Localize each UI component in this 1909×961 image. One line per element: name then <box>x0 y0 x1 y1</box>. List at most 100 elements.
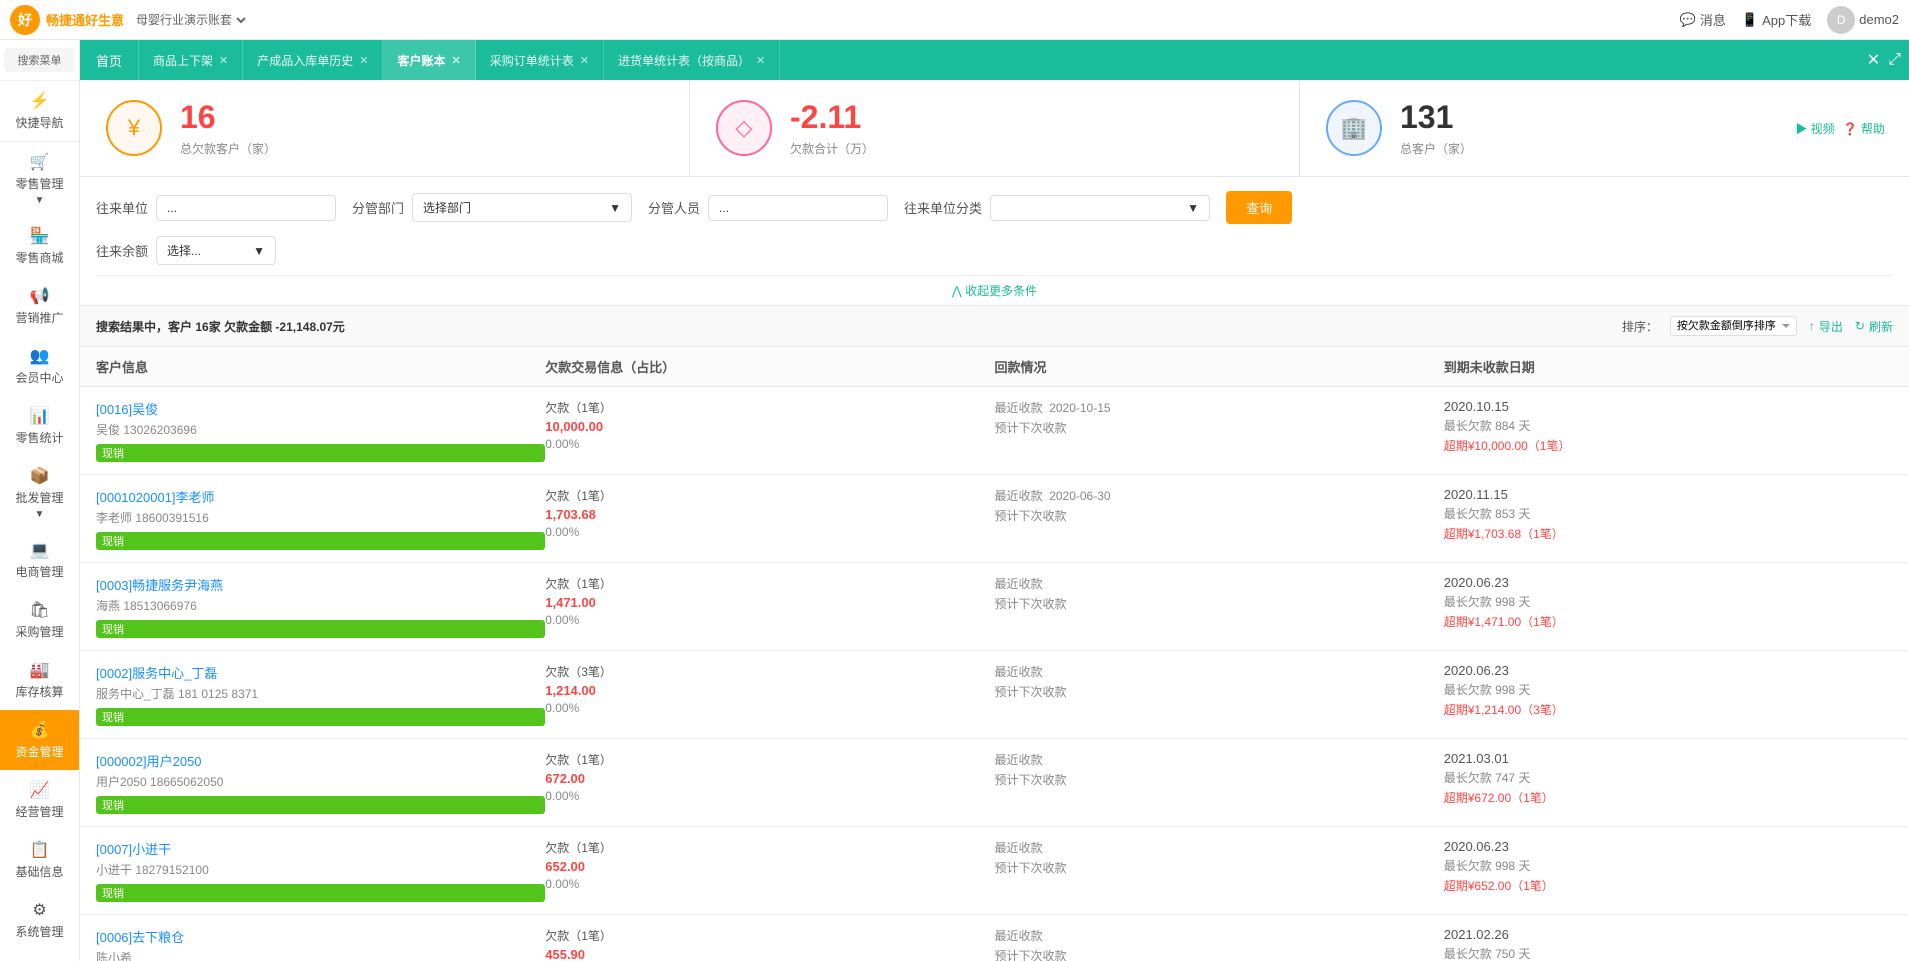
sidebar-item-basic-info[interactable]: 📋 基础信息 <box>0 830 79 890</box>
logo-icon: 好 <box>10 5 40 35</box>
debt-count-4: 欠款（1笔） <box>545 751 994 768</box>
top-bar-right: 💬 消息 📱 App下载 D demo2 <box>1680 6 1899 34</box>
sort-select[interactable]: 按欠款金额倒序排序 <box>1670 316 1797 336</box>
retail-stats-icon: 📊 <box>30 406 50 426</box>
tab-close-purchase-order[interactable]: ✕ <box>580 54 589 67</box>
overdue-link-3[interactable]: 超期¥1,214.00（3笔） <box>1444 701 1893 718</box>
stat-label-debt-amount: 欠款合计（万） <box>790 140 874 157</box>
sidebar-label-basic-info: 基础信息 <box>15 863 63 880</box>
export-btn[interactable]: ↑ 导出 <box>1809 318 1843 335</box>
app-download-btn[interactable]: 📱 App下载 <box>1742 10 1811 29</box>
maximize-icon[interactable]: ⤢ <box>1888 51 1901 69</box>
filter-manager-label: 分管人员 <box>648 198 700 217</box>
customer-name-1[interactable]: [0001020001]李老师 <box>96 487 545 506</box>
overdue-link-4[interactable]: 超期¥672.00（1笔） <box>1444 789 1893 806</box>
filter-collapse-btn[interactable]: ⋀ 收起更多条件 <box>96 275 1893 305</box>
tab-label-product-history: 产成品入库单历史 <box>257 52 353 69</box>
customer-name-0[interactable]: [0016]吴俊 <box>96 399 545 418</box>
tab-close-product-onoff[interactable]: ✕ <box>219 54 228 67</box>
filter-unit-class-label: 往来单位分类 <box>904 198 982 217</box>
overdue-link-1[interactable]: 超期¥1,703.68（1笔） <box>1444 525 1893 542</box>
help-btn[interactable]: ❓ 帮助 <box>1843 120 1885 137</box>
customer-phone-3: 服务中心_丁磊 181 0125 8371 <box>96 685 545 702</box>
tab-close-purchase-stats[interactable]: ✕ <box>756 54 765 67</box>
sidebar-item-quick-nav[interactable]: ⚡ 快捷导航 <box>0 81 79 141</box>
tab-product-onoff[interactable]: 商品上下架 ✕ <box>139 40 243 80</box>
sidebar-item-retail-stats[interactable]: 📊 零售统计 <box>0 396 79 456</box>
filter-manager-input[interactable]: ... <box>708 195 888 221</box>
cell-collection-2: 最近收款 预计下次收款 <box>995 575 1444 638</box>
help-icon: ❓ <box>1843 122 1858 136</box>
customer-name-4[interactable]: [000002]用户2050 <box>96 751 545 770</box>
last-collection-label-0: 最近收款 2020-10-15 <box>995 399 1444 416</box>
tab-customer-account[interactable]: 客户账本 ✕ <box>383 40 475 80</box>
cell-customer-0: [0016]吴俊 吴俊 13026203696 现销 <box>96 399 545 462</box>
search-button[interactable]: 查询 <box>1226 191 1292 224</box>
tab-close-product-history[interactable]: ✕ <box>359 54 368 67</box>
debt-amount-3: 1,214.00 <box>545 683 994 698</box>
user-avatar[interactable]: D demo2 <box>1827 6 1899 34</box>
filter-dept: 分管部门 选择部门 ▼ <box>352 193 632 222</box>
table-row: [0006]去下粮仓 陈小希 现销 欠款（1笔） 455.90 0.00% 最近… <box>80 915 1909 961</box>
sidebar-item-member[interactable]: 👥 会员中心 <box>0 336 79 396</box>
export-icon: ↑ <box>1809 319 1815 333</box>
tab-purchase-order[interactable]: 采购订单统计表 ✕ <box>476 40 604 80</box>
customer-phone-6: 陈小希 <box>96 949 545 961</box>
customer-name-3[interactable]: [0002]服务中心_丁磊 <box>96 663 545 682</box>
sidebar-label-retail-shop: 零售商城 <box>15 249 63 266</box>
store-selector[interactable]: 母婴行业演示账套 <box>132 12 249 28</box>
refresh-icon: ↻ <box>1855 319 1865 333</box>
stat-value-total-customers: 131 <box>1400 99 1472 136</box>
sidebar-item-purchase[interactable]: 🛍 采购管理 <box>0 590 79 650</box>
sidebar-item-retail-shop[interactable]: 🏪 零售商城 <box>0 216 79 276</box>
filter-unit-class-input[interactable]: ▼ <box>990 195 1210 221</box>
stat-info-total: 131 总客户（家） <box>1400 99 1472 157</box>
tab-home[interactable]: 首页 <box>80 40 139 80</box>
sidebar-label-inventory: 库存核算 <box>15 683 63 700</box>
overdue-link-5[interactable]: 超期¥652.00（1笔） <box>1444 877 1893 894</box>
col-header-overdue: 到期未收款日期 <box>1444 357 1893 376</box>
customer-phone-0: 吴俊 13026203696 <box>96 421 545 438</box>
tab-close-customer-account[interactable]: ✕ <box>452 54 461 67</box>
sidebar-item-system[interactable]: ⚙ 系统管理 <box>0 890 79 950</box>
overdue-days-1: 最长欠款 853 天 <box>1444 505 1893 522</box>
customer-name-6[interactable]: [0006]去下粮仓 <box>96 927 545 946</box>
stat-card-debt-customers: ¥ 16 总欠款客户（家） <box>80 80 690 176</box>
debt-percent-5: 0.00% <box>545 877 994 891</box>
message-btn[interactable]: 💬 消息 <box>1680 10 1726 29</box>
sidebar-item-inventory[interactable]: 🏭 库存核算 <box>0 650 79 710</box>
manager-dots: ... <box>719 201 729 215</box>
sidebar-item-finance[interactable]: 💰 资金管理 <box>0 710 79 770</box>
system-icon: ⚙ <box>32 900 46 920</box>
sidebar-item-operation[interactable]: 📈 经营管理 <box>0 770 79 830</box>
avatar: D <box>1827 6 1855 34</box>
sidebar-item-enterprise[interactable]: 🏢 企业协同 <box>0 950 79 961</box>
sidebar-item-retail-mgmt[interactable]: 🛒 零售管理 ▼ <box>0 142 79 216</box>
overdue-link-0[interactable]: 超期¥10,000.00（1笔） <box>1444 437 1893 454</box>
close-all-icon[interactable]: ✕ <box>1867 50 1880 70</box>
tab-bar-end: ✕ ⤢ <box>1859 50 1909 70</box>
sidebar-item-ecommerce[interactable]: 💻 电商管理 <box>0 530 79 590</box>
refresh-btn[interactable]: ↻ 刷新 <box>1855 318 1893 335</box>
video-btn[interactable]: ▶ 视频 <box>1795 120 1834 137</box>
sidebar-label-operation: 经营管理 <box>15 803 63 820</box>
cell-collection-1: 最近收款 2020-06-30 预计下次收款 <box>995 487 1444 550</box>
filter-from-unit-input[interactable]: ... <box>156 195 336 221</box>
filter-balance-select[interactable]: 选择... ▼ <box>156 236 276 265</box>
tab-product-history[interactable]: 产成品入库单历史 ✕ <box>243 40 383 80</box>
tab-purchase-stats[interactable]: 进货单统计表（按商品） ✕ <box>604 40 780 80</box>
sidebar-nav: ⚡ 快捷导航 🛒 零售管理 ▼ 🏪 零售商城 📢 营销推广 <box>0 81 79 961</box>
sidebar-item-batch-mgmt[interactable]: 📦 批发管理 ▼ <box>0 456 79 530</box>
sidebar-item-marketing[interactable]: 📢 营销推广 <box>0 276 79 336</box>
logo-text: 畅捷通好生意 <box>46 10 124 29</box>
customer-name-5[interactable]: [0007]小迸干 <box>96 839 545 858</box>
customer-name-2[interactable]: [0003]畅捷服务尹海燕 <box>96 575 545 594</box>
overdue-days-2: 最长欠款 998 天 <box>1444 593 1893 610</box>
overdue-link-2[interactable]: 超期¥1,471.00（1笔） <box>1444 613 1893 630</box>
main-layout: 搜索菜单 ⚡ 快捷导航 🛒 零售管理 ▼ 🏪 零售商城 <box>0 40 1909 961</box>
filter-from-unit: 往来单位 ... <box>96 195 336 221</box>
tab-label-product-onoff: 商品上下架 <box>153 52 213 69</box>
sidebar-search-btn[interactable]: 搜索菜单 <box>4 48 75 72</box>
cell-overdue-6: 2021.02.26 最长欠款 750 天 超期¥455.90（1笔） <box>1444 927 1893 961</box>
filter-dept-input[interactable]: 选择部门 ▼ <box>412 193 632 222</box>
